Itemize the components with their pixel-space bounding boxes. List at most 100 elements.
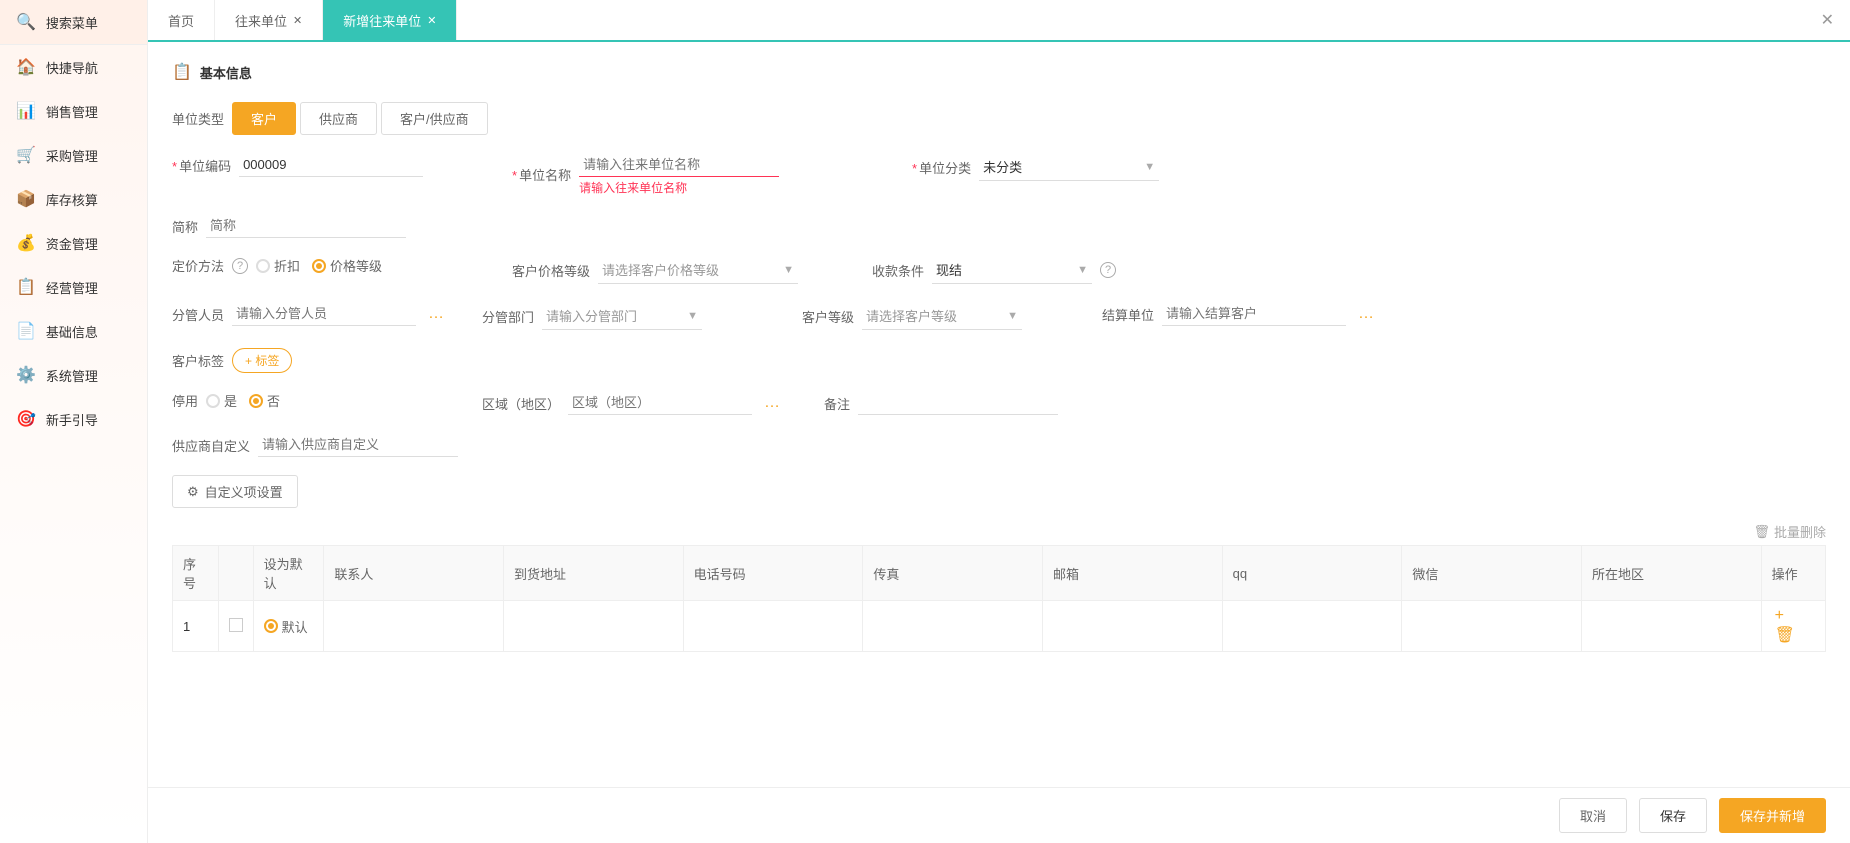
sidebar-item-inventory[interactable]: 📦 库存核算 <box>0 177 147 221</box>
remarks-input[interactable] <box>858 391 1058 415</box>
radio-price-level[interactable]: 价格等级 <box>312 256 382 275</box>
row-wechat[interactable] <box>1402 601 1582 652</box>
col-index: 序号 <box>173 546 219 601</box>
customer-price-level-select[interactable]: 请选择客户价格等级 ▼ <box>598 256 798 284</box>
payment-terms-help-icon[interactable]: ? <box>1100 262 1116 278</box>
row-checkbox-cell <box>218 601 253 652</box>
customer-level-placeholder: 请选择客户等级 <box>866 306 1003 325</box>
row-contact-input[interactable] <box>334 619 493 634</box>
form-footer: 取消 保存 保存并新增 <box>148 787 1850 843</box>
table-header-area: 🗑 批量删除 <box>172 522 1826 541</box>
row-phone-input[interactable] <box>694 619 853 634</box>
row-fax-input[interactable] <box>873 619 1032 634</box>
add-tag-button[interactable]: + 标签 <box>232 348 292 373</box>
row-qq[interactable] <box>1222 601 1402 652</box>
btn-both[interactable]: 客户/供应商 <box>381 102 488 135</box>
tab-partners[interactable]: 往来单位 ✕ <box>215 0 323 40</box>
region-more-btn[interactable]: … <box>760 394 784 412</box>
sidebar-item-guide[interactable]: 🎯 新手引导 <box>0 397 147 441</box>
payment-terms-select[interactable]: 现结 ▼ <box>932 256 1092 284</box>
unit-name-field: *单位名称 请输入往来单位名称 <box>512 153 872 196</box>
pricing-method-label: 定价方法 <box>172 256 224 275</box>
row-address[interactable] <box>504 601 684 652</box>
sidebar-item-finance[interactable]: 💰 资金管理 <box>0 221 147 265</box>
row-region[interactable] <box>1582 601 1762 652</box>
main-content: 首页 往来单位 ✕ 新增往来单位 ✕ ✕ 📋 基本信息 单位类型 客户 供应商 <box>148 0 1850 843</box>
tab-new-partner-close[interactable]: ✕ <box>427 14 436 27</box>
col-address: 到货地址 <box>504 546 684 601</box>
manager-input[interactable] <box>232 302 416 326</box>
btn-customer[interactable]: 客户 <box>232 102 296 135</box>
sidebar-item-label: 基础信息 <box>46 322 98 341</box>
save-new-button[interactable]: 保存并新增 <box>1719 798 1826 833</box>
unit-category-select[interactable]: 未分类 ▼ <box>979 153 1159 181</box>
unit-category-value: 未分类 <box>983 157 1140 176</box>
radio-price-level-circle <box>312 259 326 273</box>
tab-partners-close[interactable]: ✕ <box>293 14 302 27</box>
btn-supplier[interactable]: 供应商 <box>300 102 377 135</box>
sidebar-item-quick-nav[interactable]: 🏠 快捷导航 <box>0 45 147 89</box>
row-default-radio[interactable]: 默认 <box>264 617 314 636</box>
manager-more-btn[interactable]: … <box>424 305 448 323</box>
col-qq: qq <box>1222 546 1402 601</box>
region-input[interactable] <box>568 391 752 415</box>
row-address-input[interactable] <box>514 619 673 634</box>
row-contact[interactable] <box>324 601 504 652</box>
unit-code-input[interactable] <box>239 153 423 177</box>
batch-delete-button[interactable]: 🗑 批量删除 <box>1753 522 1826 541</box>
customer-level-select[interactable]: 请选择客户等级 ▼ <box>862 302 1022 330</box>
tab-new-partner-label: 新增往来单位 <box>343 11 421 30</box>
supplier-custom-input[interactable] <box>258 433 458 457</box>
cancel-button[interactable]: 取消 <box>1559 798 1627 833</box>
settlement-unit-input[interactable] <box>1162 302 1346 326</box>
unit-name-label: *单位名称 <box>512 165 571 184</box>
row-fax[interactable] <box>863 601 1043 652</box>
short-name-input[interactable] <box>206 214 406 238</box>
sidebar-item-label: 新手引导 <box>46 410 98 429</box>
department-select[interactable]: 请输入分管部门 ▼ <box>542 302 702 330</box>
remarks-label: 备注 <box>824 394 850 413</box>
radio-yes-label: 是 <box>224 391 237 410</box>
tab-home[interactable]: 首页 <box>148 0 215 40</box>
sidebar-item-label: 库存核算 <box>46 190 98 209</box>
sidebar-item-basic-info[interactable]: 📄 基础信息 <box>0 309 147 353</box>
sidebar-item-system[interactable]: ⚙️ 系统管理 <box>0 353 147 397</box>
radio-no[interactable]: 否 <box>249 391 280 410</box>
row-qq-input[interactable] <box>1233 619 1392 634</box>
customer-level-field: 客户等级 请选择客户等级 ▼ <box>802 302 1082 330</box>
custom-settings-button[interactable]: ⚙ 自定义项设置 <box>172 475 298 508</box>
unit-name-input[interactable] <box>579 153 779 177</box>
sidebar-item-search[interactable]: 🔍 搜索菜单 <box>0 0 147 45</box>
inventory-icon: 📦 <box>16 189 36 209</box>
pricing-help-icon[interactable]: ? <box>232 258 248 274</box>
customer-price-level-placeholder: 请选择客户价格等级 <box>602 260 779 279</box>
col-contact: 联系人 <box>324 546 504 601</box>
settlement-unit-more-btn[interactable]: … <box>1354 305 1378 323</box>
sidebar-item-purchase[interactable]: 🛒 采购管理 <box>0 133 147 177</box>
radio-discount[interactable]: 折扣 <box>256 256 300 275</box>
tab-new-partner[interactable]: 新增往来单位 ✕ <box>323 0 457 40</box>
pricing-radio-group: 折扣 价格等级 <box>256 256 382 275</box>
table-row: 1 默认 <box>173 601 1826 652</box>
radio-yes[interactable]: 是 <box>206 391 237 410</box>
row-add-btn[interactable]: + <box>1772 607 1787 624</box>
tab-spacer <box>457 0 1804 40</box>
row-email-input[interactable] <box>1053 619 1212 634</box>
save-button[interactable]: 保存 <box>1639 798 1707 833</box>
row-phone[interactable] <box>683 601 863 652</box>
batch-delete-icon: 🗑 <box>1753 524 1770 540</box>
row-delete-btn[interactable]: 🗑 <box>1772 627 1798 644</box>
tab-partners-label: 往来单位 <box>235 11 287 30</box>
sidebar-item-sales[interactable]: 📊 销售管理 <box>0 89 147 133</box>
sidebar-item-label: 系统管理 <box>46 366 98 385</box>
row-email[interactable] <box>1042 601 1222 652</box>
row-checkbox[interactable] <box>229 618 243 632</box>
close-all-tabs[interactable]: ✕ <box>1805 0 1850 40</box>
sidebar-item-operations[interactable]: 📋 经营管理 <box>0 265 147 309</box>
row-wechat-input[interactable] <box>1412 619 1571 634</box>
sidebar-item-label: 资金管理 <box>46 234 98 253</box>
manager-field: 分管人员 … <box>172 302 452 326</box>
radio-no-label: 否 <box>267 391 280 410</box>
row-region-input[interactable] <box>1592 619 1751 634</box>
customer-price-level-label: 客户价格等级 <box>512 261 590 280</box>
